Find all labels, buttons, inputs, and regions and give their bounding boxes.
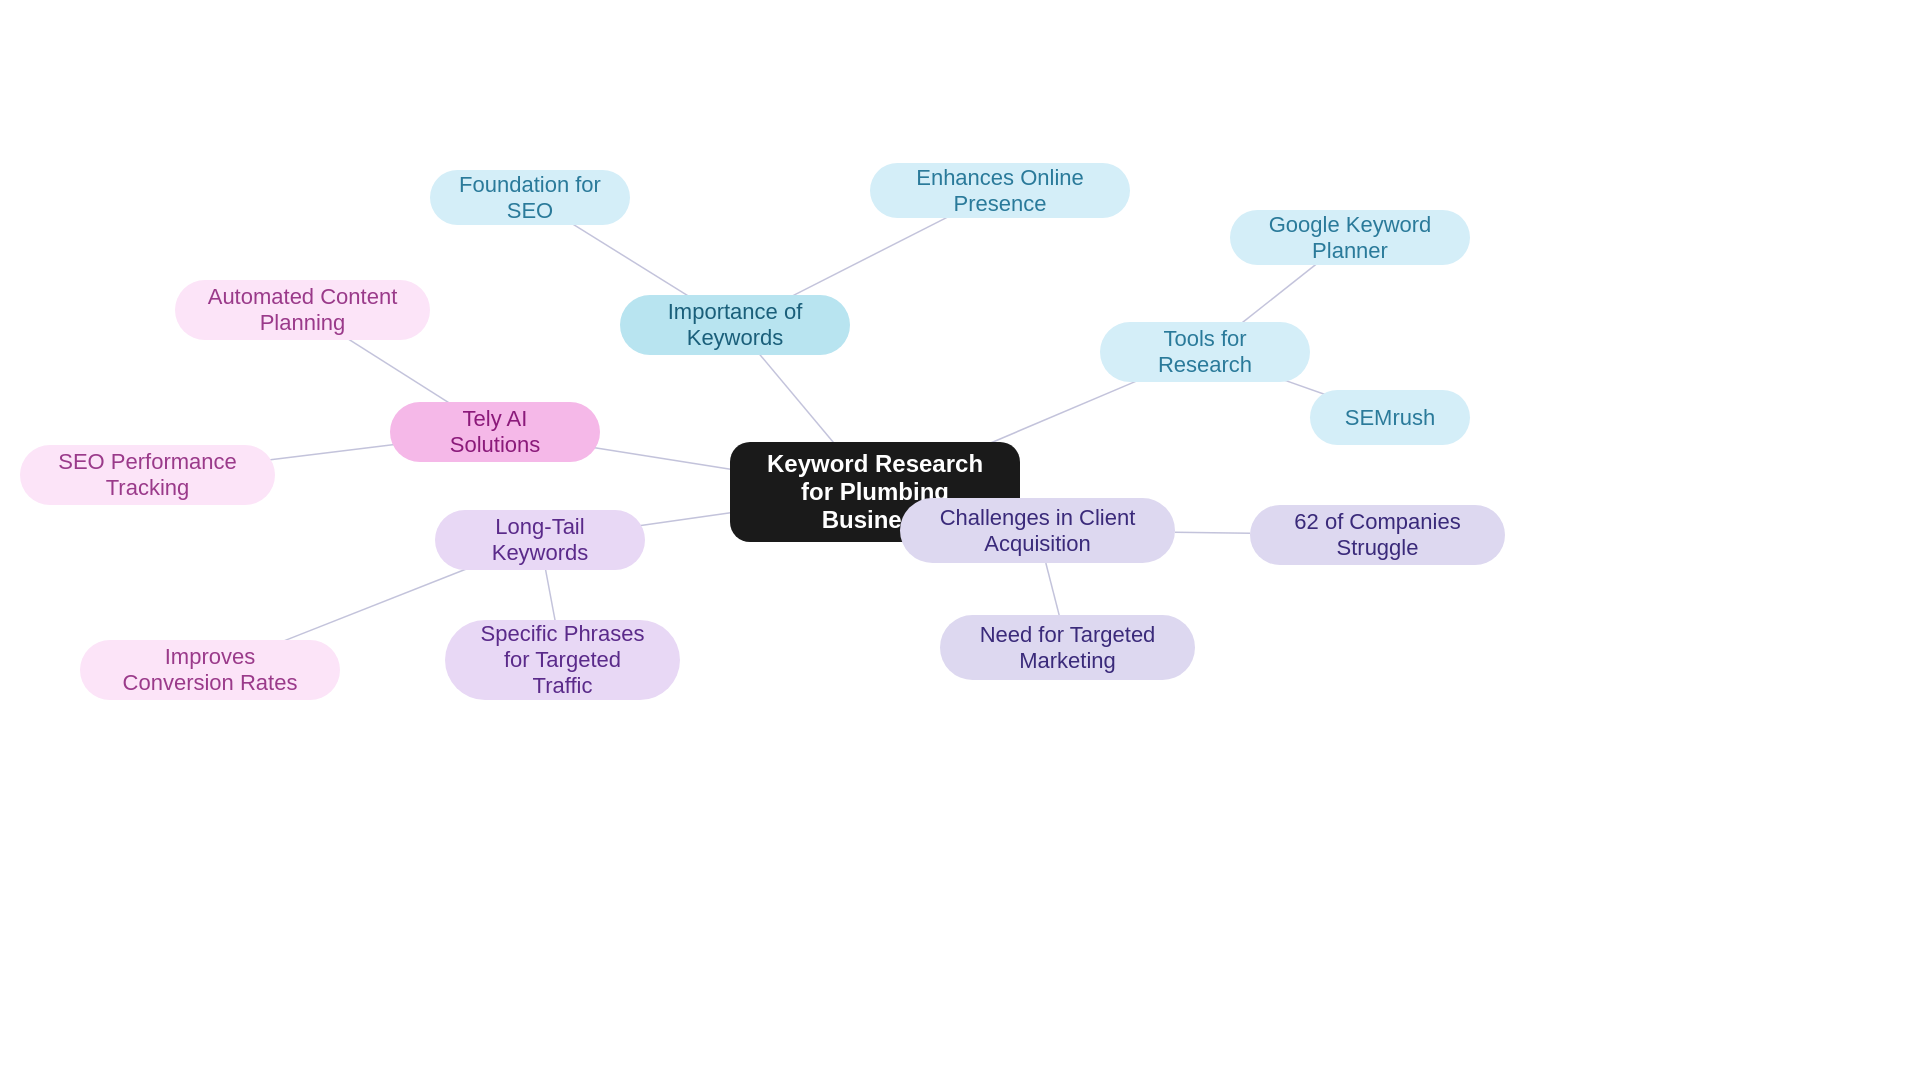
node-importance-keywords: Importance of Keywords xyxy=(620,295,850,355)
node-long-tail: Long-Tail Keywords xyxy=(435,510,645,570)
svg-line-0 xyxy=(760,354,835,444)
svg-line-11 xyxy=(276,564,479,644)
node-62-companies: 62 of Companies Struggle xyxy=(1250,505,1505,565)
node-tely-ai: Tely AI Solutions xyxy=(390,402,600,462)
svg-line-4 xyxy=(1241,264,1317,324)
node-need-targeted: Need for Targeted Marketing xyxy=(940,615,1195,680)
mind-map: Keyword Research for Plumbing BusinessIm… xyxy=(0,0,1920,1083)
svg-line-7 xyxy=(347,338,452,405)
node-automated-content: Automated Content Planning xyxy=(175,280,430,340)
node-challenges: Challenges in Client Acquisition xyxy=(900,498,1175,563)
node-seo-performance: SEO Performance Tracking xyxy=(20,445,275,505)
svg-line-9 xyxy=(634,511,741,526)
svg-line-14 xyxy=(1046,563,1059,615)
node-tools-research: Tools for Research xyxy=(1100,322,1310,382)
node-foundation-seo: Foundation for SEO xyxy=(430,170,630,225)
svg-line-13 xyxy=(1175,532,1250,533)
svg-line-10 xyxy=(546,570,555,620)
node-enhances-online: Enhances Online Presence xyxy=(870,163,1130,218)
node-improves-conversion: Improves Conversion Rates xyxy=(80,640,340,700)
svg-line-2 xyxy=(788,216,950,298)
node-google-keyword: Google Keyword Planner xyxy=(1230,210,1470,265)
svg-line-6 xyxy=(587,447,743,472)
node-semrush: SEMrush xyxy=(1310,390,1470,445)
svg-line-8 xyxy=(260,444,398,461)
svg-line-1 xyxy=(570,223,690,298)
node-specific-phrases: Specific Phrases for Targeted Traffic xyxy=(445,620,680,700)
